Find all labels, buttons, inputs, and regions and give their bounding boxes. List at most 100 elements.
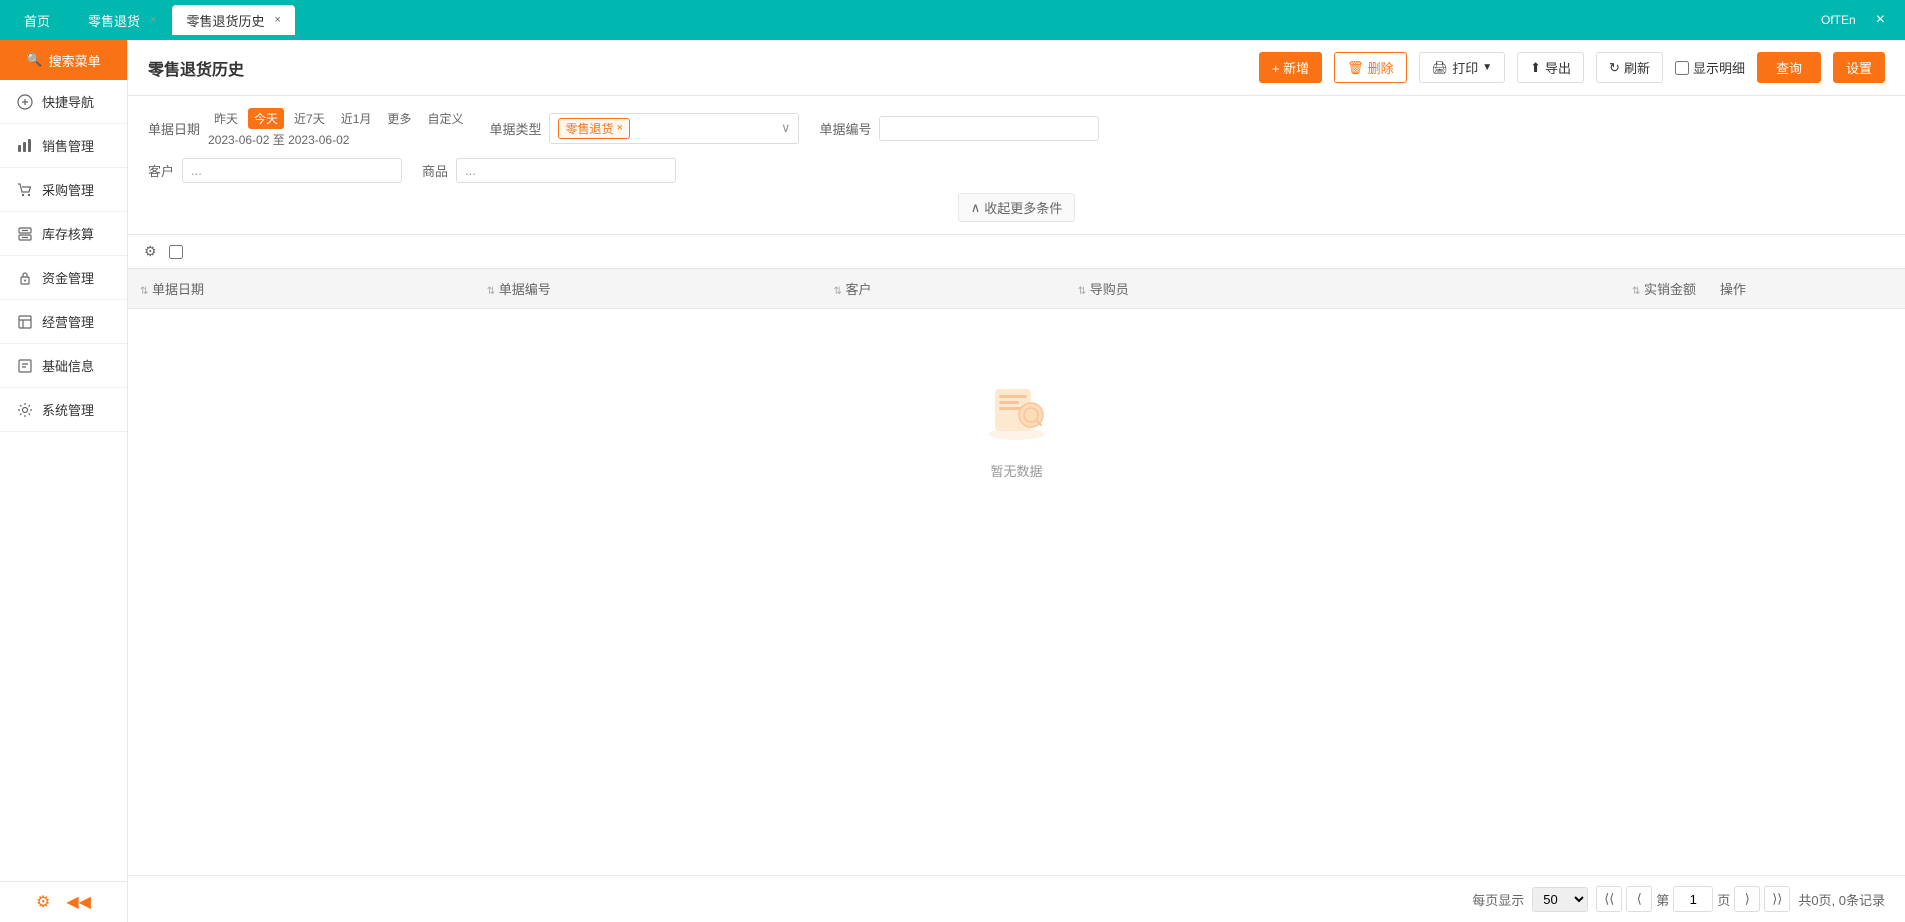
date-btn-today[interactable]: 今天 [248, 108, 284, 129]
top-bar: 首页 零售退货 × 零售退货历史 × OfTEn × [0, 0, 1905, 40]
tab-retail-return-close[interactable]: × [150, 14, 156, 26]
tab-retail-return-history-close[interactable]: × [274, 14, 280, 26]
app-layout: 🔍 搜索菜单 快捷导航 销售管理 采购管理 [0, 40, 1905, 922]
filter-customer: 客户 [148, 158, 402, 183]
last-page-button[interactable]: ⟩⟩ [1764, 886, 1790, 912]
settings-bottom-icon[interactable]: ⚙ [36, 892, 50, 912]
show-detail-checkbox[interactable] [1675, 61, 1689, 75]
tab-retail-return[interactable]: 零售退货 × [74, 5, 170, 35]
customer-label: 客户 [148, 161, 174, 180]
tab-home[interactable]: 首页 [10, 5, 64, 35]
new-button[interactable]: + 新增 [1259, 52, 1322, 83]
empty-state-illustration [977, 369, 1057, 449]
date-shortcuts: 昨天 今天 近7天 近1月 更多 自定义 [208, 108, 469, 129]
sort-icon: ⇅ [487, 286, 495, 297]
page-title: 零售退货历史 [148, 56, 244, 92]
volume-bottom-icon[interactable]: ◀◀ [66, 892, 91, 912]
brand-label: OfTEn [1821, 13, 1866, 27]
date-btn-more[interactable]: 更多 [381, 108, 417, 129]
filter-row-1: 单据日期 昨天 今天 近7天 近1月 更多 自定义 2023-06-02 至 2… [148, 108, 1885, 148]
sidebar-item-label: 经营管理 [42, 312, 94, 331]
window-close-button[interactable]: × [1866, 11, 1895, 29]
empty-text: 暂无数据 [990, 461, 1042, 480]
customer-input[interactable] [182, 158, 402, 183]
bill-type-select[interactable]: 零售退货 × ∨ [549, 113, 799, 144]
page-number-input[interactable]: 1 [1673, 886, 1713, 912]
bill-type-tag-remove[interactable]: × [616, 122, 622, 134]
date-btn-custom[interactable]: 自定义 [421, 108, 469, 129]
prev-page-button[interactable]: ⟨ [1626, 886, 1652, 912]
sidebar-nav: 快捷导航 销售管理 采购管理 库存核算 [0, 80, 127, 881]
export-icon: ⬆ [1530, 60, 1541, 76]
query-button[interactable]: 查询 [1757, 52, 1821, 83]
col-bill-date[interactable]: ⇅ 单据日期 [128, 269, 475, 309]
sidebar-item-label: 系统管理 [42, 400, 94, 419]
basic-info-icon [16, 357, 34, 375]
quick-nav-icon [16, 93, 34, 111]
date-btn-7days[interactable]: 近7天 [288, 108, 331, 129]
export-button[interactable]: ⬆ 导出 [1517, 52, 1584, 83]
table-settings-icon[interactable]: ⚙ [144, 243, 157, 260]
finance-icon [16, 269, 34, 287]
sidebar-item-finance[interactable]: 资金管理 [0, 256, 127, 300]
print-dropdown-icon: ▼ [1482, 62, 1492, 73]
filter-bill-type: 单据类型 零售退货 × ∨ [489, 113, 799, 144]
table-area: ⚙ ⇅ 单据日期 ⇅ 单据编号 ⇅ [128, 235, 1905, 875]
purchase-mgmt-icon [16, 181, 34, 199]
page-word: 第 [1656, 890, 1669, 909]
sidebar-item-operations[interactable]: 经营管理 [0, 300, 127, 344]
next-page-button[interactable]: ⟩ [1734, 886, 1760, 912]
settings-button[interactable]: 设置 [1833, 52, 1885, 83]
collapse-button[interactable]: ∧ 收起更多条件 [958, 193, 1076, 222]
show-detail-label: 显示明细 [1675, 58, 1745, 77]
table-header: ⇅ 单据日期 ⇅ 单据编号 ⇅ 客户 ⇅ 导购员 [128, 269, 1905, 309]
search-menu-button[interactable]: 🔍 搜索菜单 [0, 40, 127, 80]
col-guide[interactable]: ⇅ 导购员 [1066, 269, 1362, 309]
tab-retail-return-history[interactable]: 零售退货历史 × [172, 5, 294, 35]
filter-bill-date: 单据日期 昨天 今天 近7天 近1月 更多 自定义 2023-06-02 至 2… [148, 108, 469, 148]
bill-no-label: 单据编号 [819, 119, 871, 138]
page-size-label: 每页显示 [1472, 890, 1524, 909]
sidebar-item-purchase-mgmt[interactable]: 采购管理 [0, 168, 127, 212]
page-actions: + 新增 🗑 删除 🖨 打印 ▼ ⬆ 导出 ↻ 刷新 [1259, 52, 1885, 95]
sidebar-item-basic-info[interactable]: 基础信息 [0, 344, 127, 388]
goods-label: 商品 [422, 161, 448, 180]
refresh-icon: ↻ [1609, 60, 1620, 76]
delete-button[interactable]: 🗑 删除 [1334, 52, 1407, 83]
sidebar-item-label: 基础信息 [42, 356, 94, 375]
bill-no-input[interactable] [879, 116, 1099, 141]
sidebar-item-inventory[interactable]: 库存核算 [0, 212, 127, 256]
refresh-button[interactable]: ↻ 刷新 [1596, 52, 1663, 83]
sales-mgmt-icon [16, 137, 34, 155]
print-button[interactable]: 🖨 打印 ▼ [1419, 52, 1505, 83]
goods-input[interactable] [456, 158, 676, 183]
print-icon: 🖨 [1432, 60, 1449, 76]
delete-icon: 🗑 [1347, 60, 1364, 76]
sidebar-bottom: ⚙ ◀◀ [0, 881, 127, 922]
sort-icon: ⇅ [833, 286, 841, 297]
data-table: ⇅ 单据日期 ⇅ 单据编号 ⇅ 客户 ⇅ 导购员 [128, 269, 1905, 309]
total-info: 共0页, 0条记录 [1798, 890, 1885, 909]
sidebar: 🔍 搜索菜单 快捷导航 销售管理 采购管理 [0, 40, 128, 922]
filter-row-2: 客户 商品 [148, 158, 1885, 183]
page-size-select[interactable]: 20 50 100 [1532, 887, 1588, 912]
bill-type-dropdown-arrow: ∨ [781, 120, 791, 136]
sidebar-item-quick-nav[interactable]: 快捷导航 [0, 80, 127, 124]
collapse-row: ∧ 收起更多条件 [148, 193, 1885, 222]
filter-area: 单据日期 昨天 今天 近7天 近1月 更多 自定义 2023-06-02 至 2… [128, 96, 1905, 235]
bill-type-tag: 零售退货 × [558, 118, 629, 139]
sidebar-item-system-mgmt[interactable]: 系统管理 [0, 388, 127, 432]
col-customer[interactable]: ⇅ 客户 [821, 269, 1065, 309]
date-btn-1month[interactable]: 近1月 [335, 108, 378, 129]
filter-bill-no: 单据编号 [819, 116, 1099, 141]
first-page-button[interactable]: ⟨⟨ [1596, 886, 1622, 912]
table-select-all-checkbox[interactable] [169, 245, 183, 259]
date-btn-yesterday[interactable]: 昨天 [208, 108, 244, 129]
sidebar-item-sales-mgmt[interactable]: 销售管理 [0, 124, 127, 168]
sidebar-item-label: 采购管理 [42, 180, 94, 199]
col-bill-no[interactable]: ⇅ 单据编号 [475, 269, 822, 309]
bill-type-label: 单据类型 [489, 119, 541, 138]
main-content: 零售退货历史 + 新增 🗑 删除 🖨 打印 ▼ ⬆ 导出 [128, 40, 1905, 922]
col-actual-amount[interactable]: ⇅ 实销金额 [1361, 269, 1708, 309]
date-range-display: 2023-06-02 至 2023-06-02 [208, 131, 469, 148]
